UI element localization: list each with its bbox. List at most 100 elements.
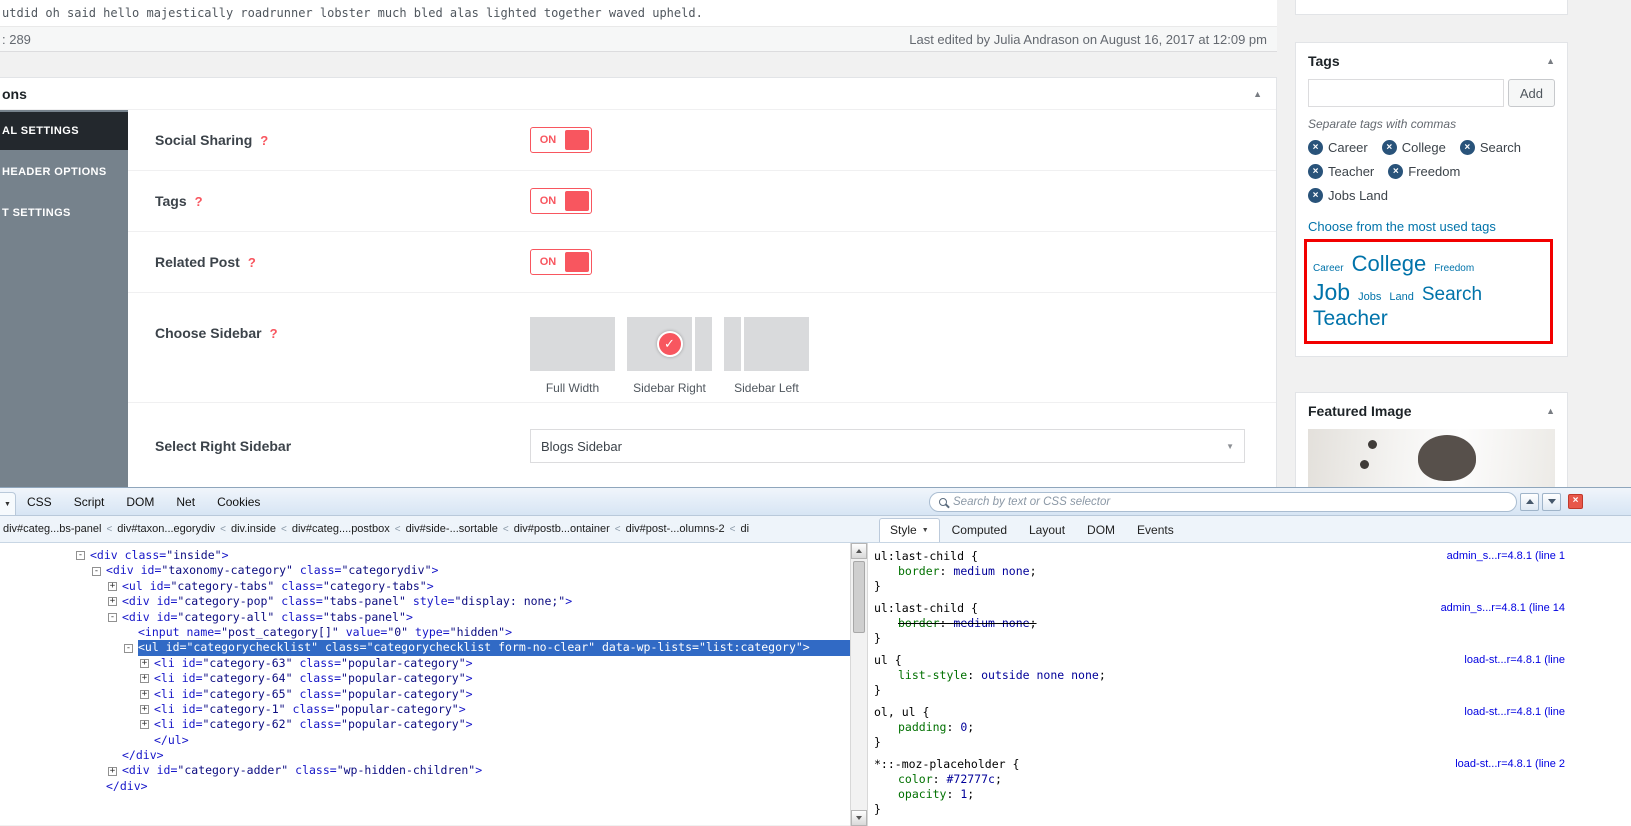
expander-icon[interactable]: +: [140, 674, 149, 684]
path-item[interactable]: div.inside: [231, 523, 276, 535]
dom-node-markup[interactable]: <div id="taxonomy-category" class="categ…: [106, 563, 850, 578]
css-declaration[interactable]: border: medium none;: [868, 564, 1631, 579]
expander-icon[interactable]: -: [92, 566, 101, 576]
expander-icon[interactable]: +: [140, 705, 149, 715]
css-selector[interactable]: ul: [874, 653, 888, 668]
path-item[interactable]: div#categ....postbox: [292, 523, 390, 535]
help-icon[interactable]: ?: [270, 326, 278, 341]
related-post-toggle[interactable]: ON: [530, 249, 592, 275]
dom-node-markup[interactable]: <div id="category-pop" class="tabs-panel…: [122, 594, 850, 609]
cloud-tag[interactable]: Jobs: [1358, 291, 1381, 303]
tab-style[interactable]: Style ▼: [879, 518, 940, 542]
sidebar-option-full-width[interactable]: Full Width: [530, 317, 615, 395]
css-declaration[interactable]: color: #72777c;: [868, 772, 1631, 787]
dom-node[interactable]: + <li id="category-62" class="popular-cat…: [0, 717, 850, 732]
css-declaration[interactable]: padding: 0;: [868, 720, 1631, 735]
css-selector[interactable]: ul:last-child: [874, 549, 964, 564]
dom-node[interactable]: + <div id="category-pop" class="tabs-pane…: [0, 594, 850, 609]
cloud-tag[interactable]: Search: [1422, 284, 1482, 305]
css-selector[interactable]: *::-moz-placeholder: [874, 757, 1006, 772]
source-link[interactable]: load-st...r=4.8.1 (line: [1464, 653, 1631, 668]
tab-layout[interactable]: Layout: [1019, 519, 1075, 542]
dom-node-markup[interactable]: <li id="category-1" class="popular-categ…: [154, 702, 850, 717]
css-selector[interactable]: ul:last-child: [874, 601, 964, 616]
scroll-down-button[interactable]: [851, 810, 867, 826]
remove-tag-icon[interactable]: ×: [1388, 164, 1404, 179]
expander-icon[interactable]: +: [140, 689, 149, 699]
scroll-up-button[interactable]: [851, 543, 867, 559]
remove-tag-icon[interactable]: ×: [1381, 140, 1397, 155]
path-item[interactable]: div#categ...bs-panel: [3, 523, 101, 535]
dom-node[interactable]: + <li id="category-63" class="popular-cat…: [0, 656, 850, 671]
expander-icon[interactable]: -: [124, 643, 133, 653]
collapse-icon[interactable]: ▲: [1546, 406, 1555, 416]
help-icon[interactable]: ?: [248, 255, 256, 270]
dom-node[interactable]: + <li id="category-64" class="popular-cat…: [0, 671, 850, 686]
tab-cookies[interactable]: Cookies: [206, 495, 271, 509]
css-selector[interactable]: ol, ul: [874, 705, 916, 720]
source-link[interactable]: load-st...r=4.8.1 (line 2: [1455, 757, 1631, 772]
dom-node[interactable]: - <div id="category-all" class="tabs-pane…: [0, 610, 850, 625]
path-item[interactable]: di: [740, 523, 749, 535]
remove-tag-icon[interactable]: ×: [1459, 140, 1475, 155]
source-link[interactable]: admin_s...r=4.8.1 (line 1: [1447, 549, 1631, 564]
cloud-tag[interactable]: College: [1352, 251, 1427, 276]
most-used-tags-link[interactable]: Choose from the most used tags: [1308, 219, 1555, 234]
social-sharing-toggle[interactable]: ON: [530, 127, 592, 153]
dom-node-markup[interactable]: <div id="category-adder" class="wp-hidde…: [122, 763, 850, 778]
dom-node[interactable]: + <li id="category-1" class="popular-cate…: [0, 702, 850, 717]
tab-net[interactable]: Net: [165, 495, 206, 509]
tab-css[interactable]: CSS: [16, 495, 63, 509]
tab-header-options[interactable]: HEADER OPTIONS: [0, 153, 128, 191]
path-item[interactable]: div#post-...olumns-2: [626, 523, 725, 535]
dom-node[interactable]: - <ul id="categorychecklist" class="categ…: [0, 640, 850, 656]
dom-node[interactable]: +<input name="post_category[]" value="0"…: [0, 625, 850, 640]
cloud-tag[interactable]: Career: [1313, 263, 1344, 274]
help-icon[interactable]: ?: [260, 133, 268, 148]
close-button[interactable]: ×: [1568, 494, 1583, 509]
html-tab-partial[interactable]: ▼: [0, 492, 16, 515]
path-item[interactable]: div#side-...sortable: [406, 523, 498, 535]
dom-node-markup[interactable]: <li id="category-65" class="popular-cate…: [154, 687, 850, 702]
dom-node[interactable]: +</div>: [0, 748, 850, 763]
cloud-tag[interactable]: Job: [1313, 279, 1350, 305]
help-icon[interactable]: ?: [195, 194, 203, 209]
tab-general-settings[interactable]: AL SETTINGS: [0, 112, 128, 150]
expander-icon[interactable]: -: [76, 551, 85, 561]
css-declaration[interactable]: list-style: outside none none;: [868, 668, 1631, 683]
expander-icon[interactable]: +: [140, 720, 149, 730]
dom-node[interactable]: + <ul id="category-tabs" class="category-…: [0, 579, 850, 594]
dom-node-markup[interactable]: </div>: [122, 748, 850, 763]
cloud-tag[interactable]: Freedom: [1434, 263, 1474, 274]
dom-node[interactable]: + <div id="category-adder" class="wp-hidd…: [0, 763, 850, 778]
source-link[interactable]: admin_s...r=4.8.1 (line 14: [1441, 601, 1631, 616]
expander-icon[interactable]: +: [108, 597, 117, 607]
tab-script[interactable]: Script: [63, 495, 116, 509]
metabox-header[interactable]: ons ▲: [0, 78, 1276, 110]
remove-tag-icon[interactable]: ×: [1308, 164, 1323, 179]
cloud-tag[interactable]: Land: [1389, 291, 1413, 303]
scrollbar-thumb[interactable]: [853, 561, 865, 633]
dom-node-markup[interactable]: <div id="category-all" class="tabs-panel…: [122, 610, 850, 625]
tab-events[interactable]: Events: [1127, 519, 1184, 542]
path-item[interactable]: div#postb...ontainer: [514, 523, 610, 535]
search-prev-button[interactable]: [1520, 492, 1539, 511]
css-declaration[interactable]: opacity: 1;: [868, 787, 1631, 802]
dom-node-markup[interactable]: <ul id="categorychecklist" class="catego…: [138, 640, 850, 656]
tab-post-settings[interactable]: T SETTINGS: [0, 194, 128, 232]
expander-icon[interactable]: -: [108, 612, 117, 622]
expander-icon[interactable]: +: [108, 766, 117, 776]
tree-scrollbar[interactable]: [850, 543, 867, 826]
dom-node-markup[interactable]: </ul>: [154, 733, 850, 748]
expander-icon[interactable]: +: [108, 581, 117, 591]
tags-metabox-header[interactable]: Tags ▲: [1296, 43, 1567, 79]
dom-node-markup[interactable]: <input name="post_category[]" value="0" …: [138, 625, 850, 640]
dom-node[interactable]: - <div id="taxonomy-category" class="cate…: [0, 563, 850, 578]
remove-tag-icon[interactable]: ×: [1308, 140, 1323, 155]
dom-node-markup[interactable]: </div>: [106, 779, 850, 794]
path-item[interactable]: div#taxon...egorydiv: [117, 523, 215, 535]
tab-computed[interactable]: Computed: [942, 519, 1017, 542]
add-tag-button[interactable]: Add: [1507, 79, 1555, 107]
dom-node-markup[interactable]: <li id="category-64" class="popular-cate…: [154, 671, 850, 686]
sidebar-select[interactable]: Blogs Sidebar ▼: [530, 429, 1245, 463]
